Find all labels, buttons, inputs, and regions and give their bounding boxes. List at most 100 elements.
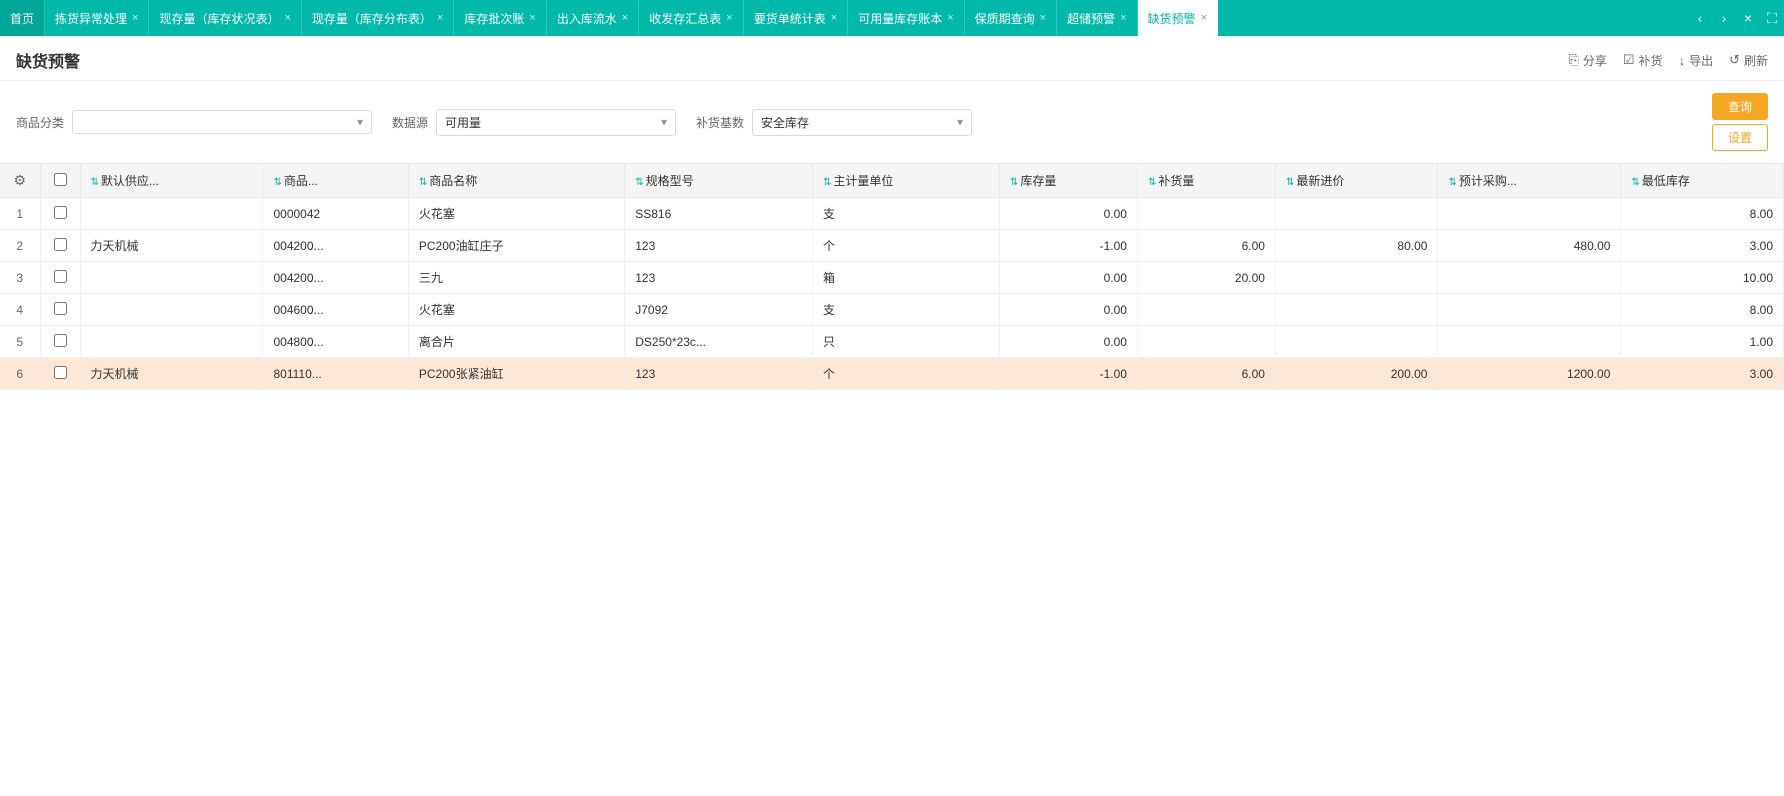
export-icon: ↓ — [1679, 53, 1686, 68]
select-all-checkbox[interactable] — [54, 173, 67, 186]
row-replenish — [1137, 198, 1275, 230]
row-replenish — [1137, 326, 1275, 358]
replenish-button[interactable]: ☑ 补货 — [1623, 52, 1663, 69]
refresh-label: 刷新 — [1744, 52, 1768, 69]
tab-exception[interactable]: 拣货异常处理× — [45, 0, 149, 36]
row-unit: 只 — [812, 326, 999, 358]
filter-bar: 商品分类 ▾ 数据源 可用量 ▾ 补货基数 安全库存 ▾ 查询 设置 — [0, 81, 1784, 163]
tab-order-stats[interactable]: 要货单统计表× — [744, 0, 848, 36]
row-est-purchase — [1438, 262, 1621, 294]
row-stock: 0.00 — [1000, 198, 1138, 230]
tab-close-expiry[interactable]: × — [1040, 12, 1046, 24]
row-supplier: 力天机械 — [80, 358, 263, 390]
col-checkbox — [40, 164, 80, 198]
row-num: 6 — [0, 358, 40, 390]
tab-close-stock-status[interactable]: × — [284, 12, 290, 24]
col-latest-price[interactable]: ⇅最新进价 — [1275, 164, 1438, 198]
data-table: ⚙ ⇅默认供应... ⇅商品... ⇅商品名称 ⇅规格型号 ⇅主计量单位 ⇅库存… — [0, 163, 1784, 390]
row-min-stock: 1.00 — [1621, 326, 1784, 358]
tab-close-order-stats[interactable]: × — [831, 12, 837, 24]
row-supplier — [80, 294, 263, 326]
datasource-select[interactable]: 可用量 ▾ — [436, 109, 676, 136]
tab-stock-dist[interactable]: 现存量（库存分布表） × — [302, 0, 454, 36]
row-min-stock: 8.00 — [1621, 198, 1784, 230]
row-est-purchase: 1200.00 — [1438, 358, 1621, 390]
tab-close-inout-flow[interactable]: × — [622, 12, 628, 24]
share-button[interactable]: ⎘ 分享 — [1568, 52, 1606, 69]
tab-overstock[interactable]: 超储预警× — [1057, 0, 1137, 36]
table-container: ⚙ ⇅默认供应... ⇅商品... ⇅商品名称 ⇅规格型号 ⇅主计量单位 ⇅库存… — [0, 163, 1784, 390]
col-goods-code[interactable]: ⇅商品... — [263, 164, 408, 198]
tab-close-overstock[interactable]: × — [1120, 12, 1126, 24]
page-content: 缺货预警 ⎘ 分享 ☑ 补货 ↓ 导出 ↺ 刷新 商品分类 — [0, 36, 1784, 796]
tab-label-stock-dist: 现存量（库存分布表） — [312, 10, 432, 27]
tab-close-available-ledger[interactable]: × — [947, 12, 953, 24]
tab-close-exception[interactable]: × — [132, 12, 138, 24]
row-min-stock: 10.00 — [1621, 262, 1784, 294]
share-icon: ⎘ — [1568, 52, 1578, 68]
tab-inout-flow[interactable]: 出入库流水× — [547, 0, 639, 36]
row-checkbox[interactable] — [54, 366, 67, 379]
col-replenish[interactable]: ⇅补货量 — [1137, 164, 1275, 198]
col-spec[interactable]: ⇅规格型号 — [625, 164, 813, 198]
col-gear[interactable]: ⚙ — [0, 164, 40, 198]
tab-fullscreen[interactable]: ⛶ — [1760, 10, 1784, 27]
tab-scroll-right[interactable]: › — [1712, 10, 1736, 26]
row-num: 2 — [0, 230, 40, 262]
query-button[interactable]: 查询 — [1712, 93, 1768, 120]
row-est-purchase: 480.00 — [1438, 230, 1621, 262]
row-checkbox-cell — [40, 294, 80, 326]
replenish-base-select[interactable]: 安全库存 ▾ — [752, 109, 972, 136]
col-min-stock[interactable]: ⇅最低库存 — [1621, 164, 1784, 198]
header-actions: ⎘ 分享 ☑ 补货 ↓ 导出 ↺ 刷新 — [1568, 52, 1768, 69]
col-goods-name[interactable]: ⇅商品名称 — [408, 164, 624, 198]
tab-expiry[interactable]: 保质期查询× — [965, 0, 1057, 36]
row-unit: 个 — [812, 358, 999, 390]
tab-home[interactable]: 首页 — [0, 0, 45, 36]
col-stock[interactable]: ⇅库存量 — [1000, 164, 1138, 198]
gear-icon[interactable]: ⚙ — [13, 172, 26, 188]
tab-scroll-left[interactable]: ‹ — [1688, 10, 1712, 26]
row-spec: SS816 — [625, 198, 813, 230]
row-spec: 123 — [625, 262, 813, 294]
row-checkbox-cell — [40, 230, 80, 262]
tab-available-ledger[interactable]: 可用量库存账本× — [848, 0, 964, 36]
tab-close-receive-summary[interactable]: × — [726, 12, 732, 24]
row-checkbox[interactable] — [54, 238, 67, 251]
row-goods-code: 004200... — [263, 262, 408, 294]
row-checkbox[interactable] — [54, 302, 67, 315]
tab-close-all[interactable]: × — [1736, 10, 1760, 26]
col-supplier[interactable]: ⇅默认供应... — [80, 164, 263, 198]
row-latest-price — [1275, 326, 1438, 358]
tab-stockout[interactable]: 缺货预警× — [1138, 0, 1218, 36]
tab-batch[interactable]: 库存批次账× — [454, 0, 546, 36]
table-row: 6 力天机械 801110... PC200张紧油缸 123 个 -1.00 6… — [0, 358, 1784, 390]
tab-close-batch[interactable]: × — [529, 12, 535, 24]
col-est-purchase[interactable]: ⇅预计采购... — [1438, 164, 1621, 198]
category-filter: 商品分类 ▾ — [16, 110, 372, 134]
row-checkbox-cell — [40, 326, 80, 358]
row-checkbox[interactable] — [54, 270, 67, 283]
replenish-base-filter: 补货基数 安全库存 ▾ — [696, 109, 972, 136]
refresh-button[interactable]: ↺ 刷新 — [1729, 52, 1768, 69]
table-row: 2 力天机械 004200... PC200油缸庄子 123 个 -1.00 6… — [0, 230, 1784, 262]
tab-stock-status[interactable]: 现存量（库存状况表）× — [149, 0, 301, 36]
row-checkbox[interactable] — [54, 334, 67, 347]
col-unit[interactable]: ⇅主计量单位 — [812, 164, 999, 198]
tab-close-stockout[interactable]: × — [1201, 12, 1207, 24]
settings-button[interactable]: 设置 — [1712, 124, 1768, 151]
page-header: 缺货预警 ⎘ 分享 ☑ 补货 ↓ 导出 ↺ 刷新 — [0, 36, 1784, 81]
category-chevron: ▾ — [357, 115, 363, 129]
row-replenish: 6.00 — [1137, 230, 1275, 262]
row-est-purchase — [1438, 326, 1621, 358]
row-spec: DS250*23c... — [625, 326, 813, 358]
tab-close-stock-dist[interactable]: × — [437, 12, 443, 24]
refresh-icon: ↺ — [1729, 52, 1740, 68]
tab-receive-summary[interactable]: 收发存汇总表× — [639, 0, 743, 36]
row-checkbox[interactable] — [54, 206, 67, 219]
row-latest-price — [1275, 198, 1438, 230]
row-latest-price: 80.00 — [1275, 230, 1438, 262]
export-button[interactable]: ↓ 导出 — [1679, 52, 1714, 69]
row-checkbox-cell — [40, 262, 80, 294]
category-select[interactable]: ▾ — [72, 110, 372, 134]
